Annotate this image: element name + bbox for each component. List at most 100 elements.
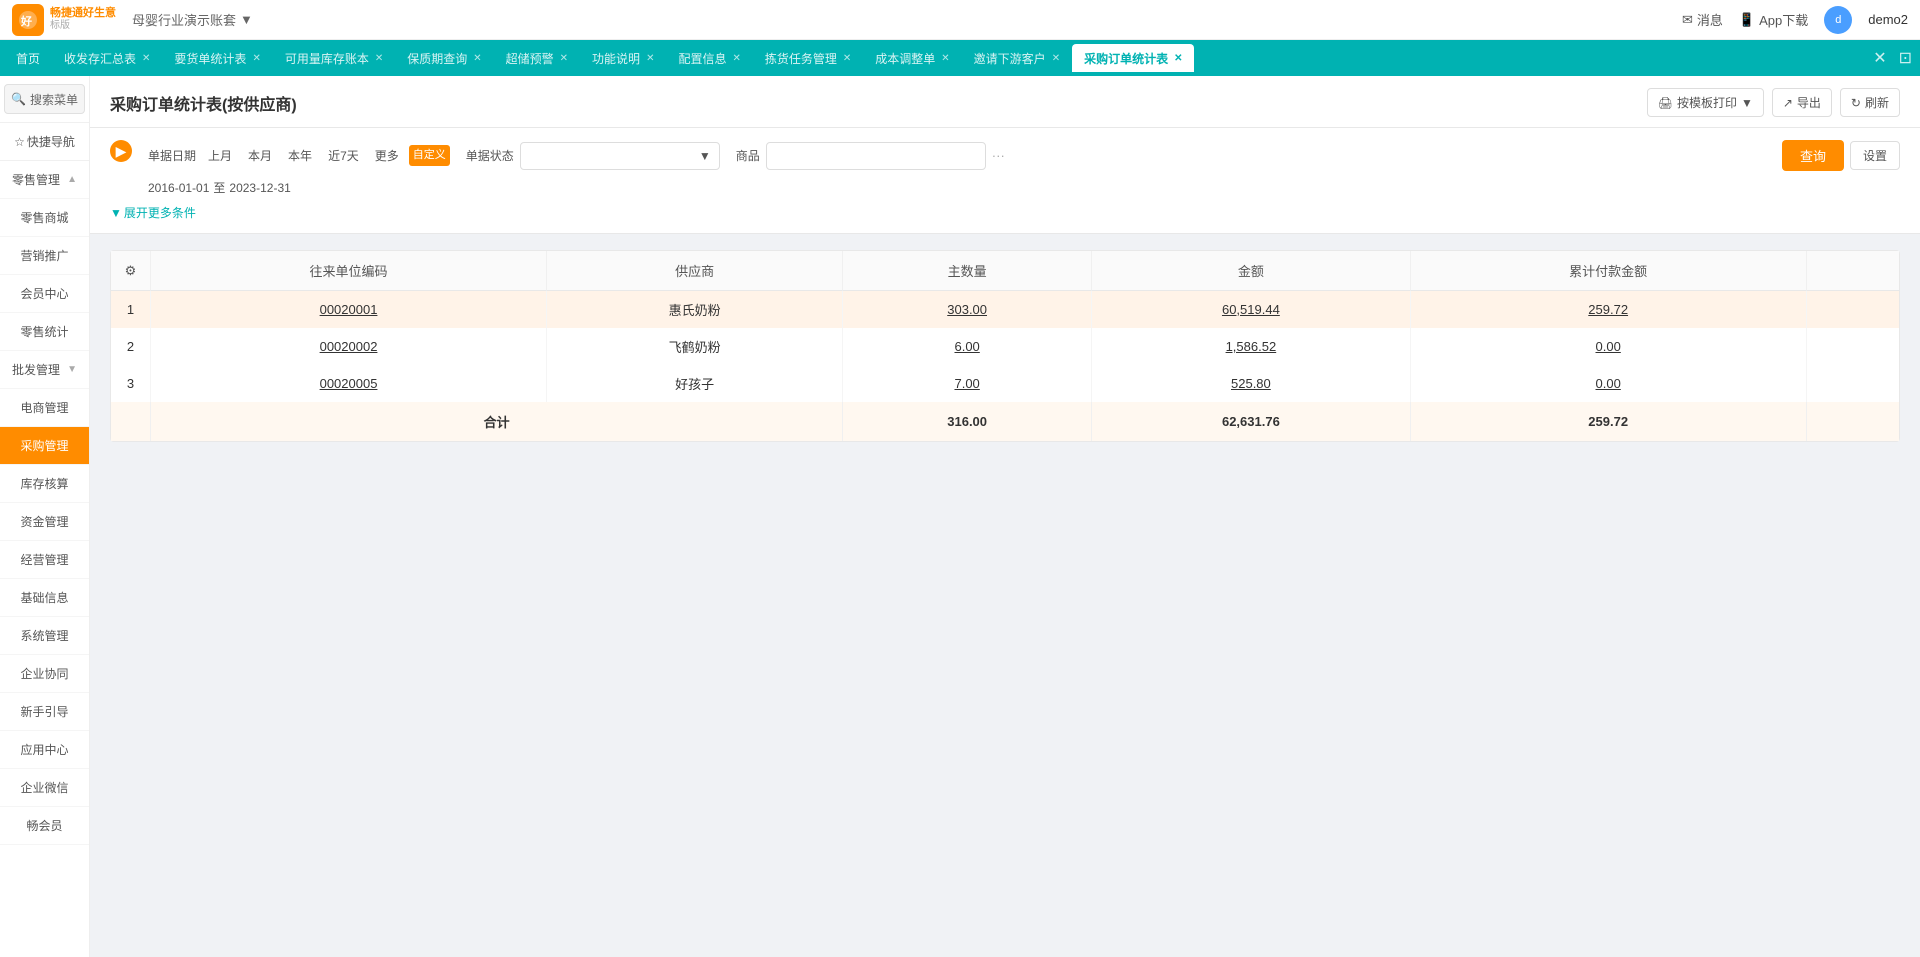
close-icon[interactable]: ✕	[1052, 53, 1060, 64]
sidebar-item-wholesale[interactable]: 批发管理 ▼	[0, 351, 89, 389]
sidebar-item-marketing[interactable]: 营销推广	[0, 237, 89, 275]
sidebar-item-system[interactable]: 系统管理	[0, 617, 89, 655]
sidebar-item-label: 库存核算	[20, 475, 68, 492]
sidebar-item-basic[interactable]: 基础信息	[0, 579, 89, 617]
tab-pick-task[interactable]: 拣货任务管理 ✕	[753, 44, 863, 72]
template-print-btn[interactable]: 🖨 按模板打印 ▼	[1647, 88, 1764, 117]
close-icon[interactable]: ✕	[375, 53, 383, 64]
close-window-btn[interactable]: ✕	[1869, 48, 1890, 68]
sidebar-item-app-center[interactable]: 应用中心	[0, 731, 89, 769]
tab-config[interactable]: 配置信息 ✕	[666, 44, 752, 72]
sidebar-item-retail[interactable]: 零售管理 ▲	[0, 161, 89, 199]
sidebar-item-label: 畅会员	[26, 817, 62, 834]
close-icon[interactable]: ✕	[941, 53, 949, 64]
footer-amount: 62,631.76	[1092, 402, 1411, 441]
workspace-name: 母婴行业演示账套	[132, 10, 236, 29]
tab-stock-book[interactable]: 可用量库存账本 ✕	[273, 44, 395, 72]
more-options-icon[interactable]: ···	[992, 148, 1005, 163]
cell-amount[interactable]: 60,519.44	[1092, 291, 1411, 328]
sidebar-item-inventory[interactable]: 库存核算	[0, 465, 89, 503]
close-icon[interactable]: ✕	[843, 53, 851, 64]
tab-order-summary[interactable]: 要货单统计表 ✕	[162, 44, 272, 72]
sidebar-item-member[interactable]: 会员中心	[0, 275, 89, 313]
cell-qty[interactable]: 6.00	[843, 328, 1092, 365]
cell-amount[interactable]: 1,586.52	[1092, 328, 1411, 365]
close-icon[interactable]: ✕	[732, 53, 740, 64]
sidebar-item-ops[interactable]: 经营管理	[0, 541, 89, 579]
filter-row-1: 单据日期 上月 本月 本年 近7天 更多 自定义 单据状态	[148, 140, 1900, 171]
export-btn[interactable]: ↗ 导出	[1772, 88, 1832, 117]
shortcut-this-year[interactable]: 本年	[282, 145, 318, 166]
shortcut-more[interactable]: 更多	[369, 145, 405, 166]
sidebar-item-enterprise[interactable]: 企业协同	[0, 655, 89, 693]
cell-unit-code[interactable]: 00020002	[151, 328, 547, 365]
status-select[interactable]: ▼	[520, 142, 720, 170]
shortcut-last-month[interactable]: 上月	[202, 145, 238, 166]
cell-paid[interactable]: 259.72	[1411, 291, 1807, 328]
tab-purchase-summary[interactable]: 采购订单统计表 ✕	[1072, 44, 1194, 72]
query-btn[interactable]: 查询	[1782, 140, 1844, 171]
goods-input[interactable]	[766, 142, 986, 170]
cell-extra	[1807, 291, 1899, 328]
table-row[interactable]: 1 00020001 惠氏奶粉 303.00 60,519.44 259.72	[111, 291, 1899, 328]
sidebar-item-ecommerce[interactable]: 电商管理	[0, 389, 89, 427]
tab-shelf-life[interactable]: 保质期查询 ✕	[395, 44, 493, 72]
collapse-filter-btn[interactable]: ▶	[110, 140, 132, 162]
settings-btn[interactable]: 设置	[1850, 141, 1900, 170]
printer-icon: 🖨	[1658, 96, 1673, 110]
svg-text:好: 好	[20, 14, 32, 28]
tab-func-desc[interactable]: 功能说明 ✕	[580, 44, 666, 72]
top-bar-left: 好 畅捷通好生意 标版 母婴行业演示账套 ▼	[12, 4, 261, 36]
chevron-down-icon: ▼	[67, 364, 77, 375]
tab-overstock[interactable]: 超储预警 ✕	[494, 44, 580, 72]
sidebar-item-capital[interactable]: 资金管理	[0, 503, 89, 541]
expand-filter-btn[interactable]: ▼ 展开更多条件	[110, 204, 1900, 221]
close-icon[interactable]: ✕	[142, 53, 150, 64]
quick-nav-btn[interactable]: ☆ 快捷导航	[0, 123, 89, 161]
tab-home[interactable]: 首页	[4, 44, 52, 72]
cell-unit-code[interactable]: 00020001	[151, 291, 547, 328]
sidebar-item-label: 零售商城	[20, 209, 68, 226]
th-paid: 累计付款金额	[1411, 251, 1807, 291]
close-icon[interactable]: ✕	[560, 53, 568, 64]
maximize-btn[interactable]: ⊡	[1895, 48, 1916, 68]
tab-receive-summary[interactable]: 收发存汇总表 ✕	[52, 44, 162, 72]
cell-qty[interactable]: 303.00	[843, 291, 1092, 328]
close-icon[interactable]: ✕	[646, 53, 654, 64]
sidebar-item-retail-mall[interactable]: 零售商城	[0, 199, 89, 237]
sidebar-item-vip[interactable]: 畅会员	[0, 807, 89, 845]
sidebar-item-label: 新手引导	[20, 703, 68, 720]
th-settings[interactable]: ⚙	[111, 251, 151, 291]
cell-paid[interactable]: 0.00	[1411, 365, 1807, 402]
user-avatar[interactable]: d	[1824, 6, 1852, 34]
sidebar-item-purchase[interactable]: 采购管理	[0, 427, 89, 465]
refresh-btn[interactable]: ↻ 刷新	[1840, 88, 1900, 117]
cell-index: 3	[111, 365, 151, 402]
search-menu-btn[interactable]: 🔍 搜索菜单	[4, 84, 85, 114]
close-icon[interactable]: ✕	[252, 53, 260, 64]
cell-qty[interactable]: 7.00	[843, 365, 1092, 402]
shortcut-7days[interactable]: 近7天	[322, 145, 365, 166]
message-btn[interactable]: ✉ 消息	[1682, 10, 1723, 29]
table-row[interactable]: 3 00020005 好孩子 7.00 525.80 0.00	[111, 365, 1899, 402]
footer-extra	[1807, 402, 1899, 441]
sidebar-item-retail-stats[interactable]: 零售统计	[0, 313, 89, 351]
sidebar-item-wechat[interactable]: 企业微信	[0, 769, 89, 807]
tab-cost-adjust[interactable]: 成本调整单 ✕	[863, 44, 961, 72]
table-row[interactable]: 2 00020002 飞鹤奶粉 6.00 1,586.52 0.00	[111, 328, 1899, 365]
close-icon[interactable]: ✕	[473, 53, 481, 64]
cell-paid[interactable]: 0.00	[1411, 328, 1807, 365]
app-download-btn[interactable]: 📱 App下载	[1739, 10, 1808, 29]
sidebar-item-label: 零售统计	[20, 323, 68, 340]
page-title-row: 采购订单统计表(按供应商) 🖨 按模板打印 ▼ ↗ 导出 ↻ 刷新	[110, 88, 1900, 117]
cell-amount[interactable]: 525.80	[1092, 365, 1411, 402]
tab-invite-downstream[interactable]: 邀请下游客户 ✕	[962, 44, 1072, 72]
workspace-selector[interactable]: 母婴行业演示账套 ▼	[124, 10, 261, 29]
sidebar-item-label: 应用中心	[20, 741, 68, 758]
tab-label: 拣货任务管理	[765, 50, 837, 67]
nav-tabs: 首页 收发存汇总表 ✕ 要货单统计表 ✕ 可用量库存账本 ✕ 保质期查询 ✕ 超…	[0, 40, 1920, 76]
cell-unit-code[interactable]: 00020005	[151, 365, 547, 402]
sidebar-item-newbie[interactable]: 新手引导	[0, 693, 89, 731]
close-icon[interactable]: ✕	[1174, 53, 1182, 64]
shortcut-this-month[interactable]: 本月	[242, 145, 278, 166]
